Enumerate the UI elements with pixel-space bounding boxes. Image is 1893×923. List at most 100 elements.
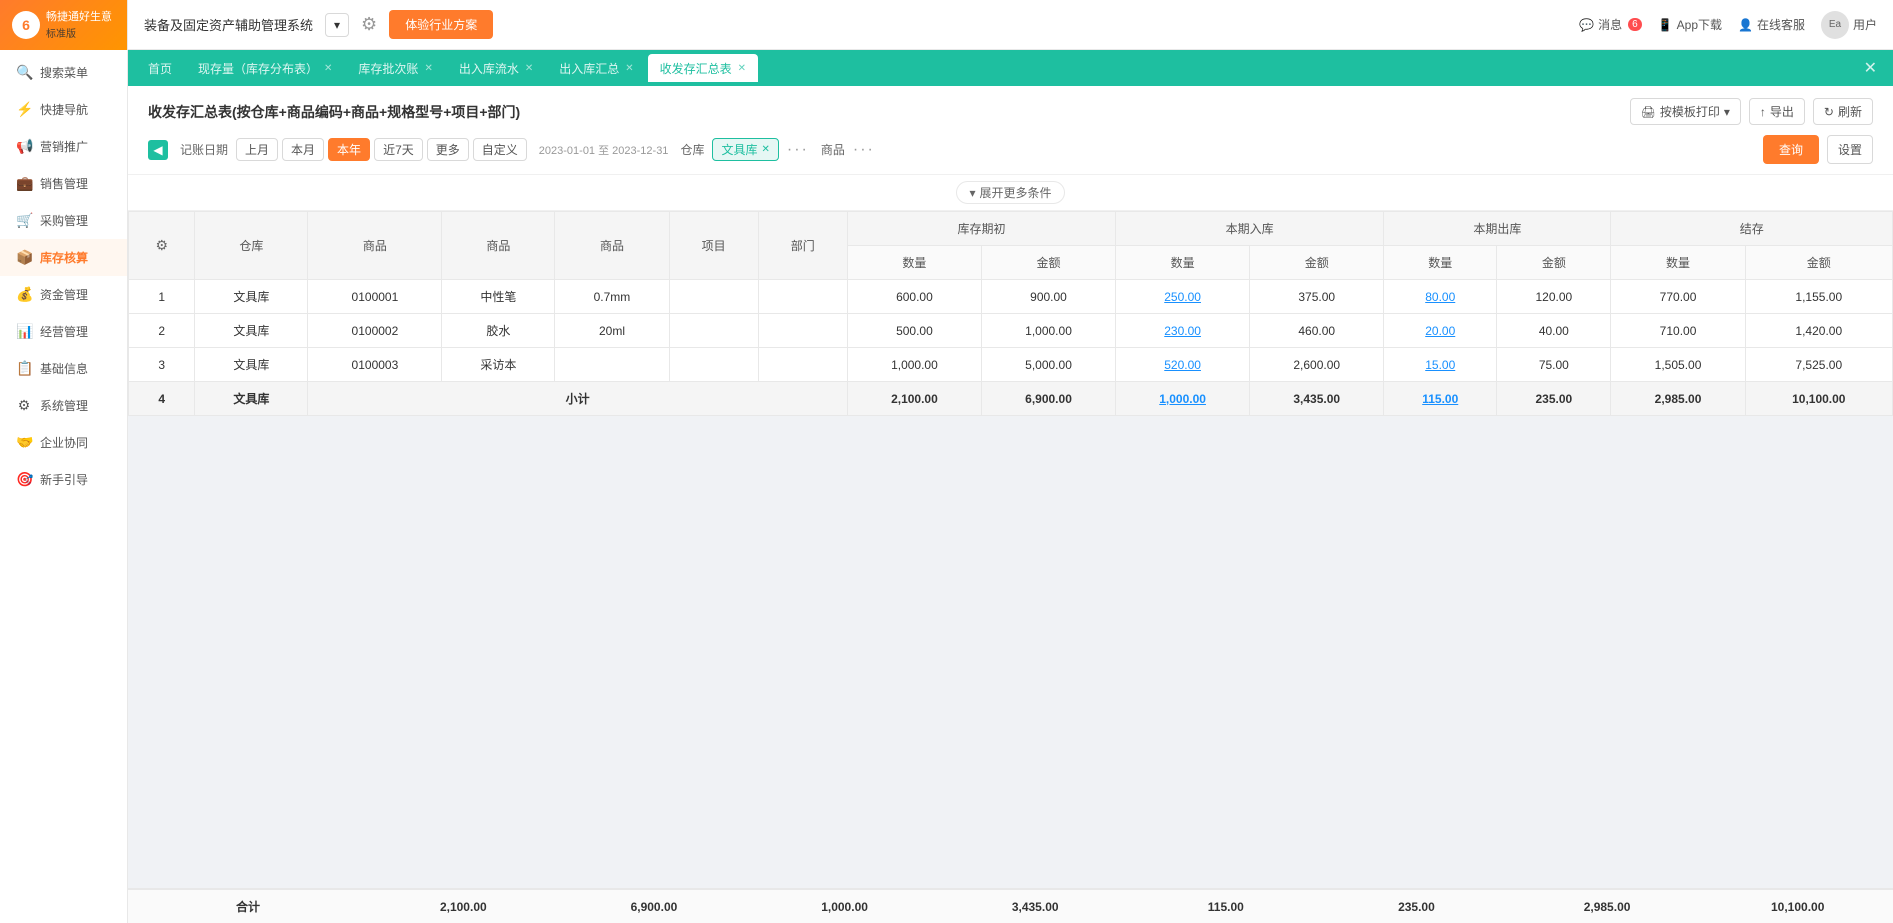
date-btn-last-month[interactable]: 上月: [236, 138, 278, 161]
filter-bar: ◀ 记账日期 上月 本月 本年 近7天 更多 自定义 2023-01-01 至 …: [128, 125, 1893, 175]
row2-in-qty[interactable]: 230.00: [1116, 314, 1250, 348]
total-in-qty: 1,000.00: [749, 900, 940, 914]
export-btn[interactable]: ↑ 导出: [1749, 98, 1805, 125]
row1-out-qty[interactable]: 80.00: [1384, 280, 1497, 314]
total-open-qty: 2,100.00: [368, 900, 559, 914]
finance-icon: 💰: [16, 286, 32, 303]
subtotal-out-qty[interactable]: 115.00: [1384, 382, 1497, 416]
sidebar-item-system[interactable]: ⚙ 系统管理: [0, 387, 127, 424]
col-out-amt-header: 金额: [1497, 246, 1611, 280]
subtotal-in-qty[interactable]: 1,000.00: [1116, 382, 1250, 416]
row1-in-amt: 375.00: [1250, 280, 1384, 314]
tab-summary-label: 出入库汇总: [559, 60, 619, 77]
tab-home[interactable]: 首页: [136, 54, 184, 82]
sidebar-item-operations[interactable]: 📊 经营管理: [0, 313, 127, 350]
warehouse-tag-close[interactable]: ✕: [761, 144, 769, 155]
enterprise-icon: 🤝: [16, 434, 32, 451]
sidebar-item-search[interactable]: 🔍 搜索菜单: [0, 54, 127, 91]
system-dropdown[interactable]: ▾: [325, 13, 349, 37]
warehouse-tag[interactable]: 文具库 ✕: [712, 138, 778, 161]
table-row: 2 文具库 0100002 胶水 20ml 500.00 1,000.00 23…: [129, 314, 1893, 348]
tab-batch[interactable]: 库存批次账 ✕: [346, 54, 444, 82]
table-settings-icon[interactable]: ⚙: [155, 237, 168, 253]
sidebar-item-quick-nav[interactable]: ⚡ 快捷导航: [0, 91, 127, 128]
tab-close-all[interactable]: ✕: [1856, 58, 1885, 78]
sidebar-label-inventory: 库存核算: [40, 249, 88, 266]
message-label: 消息: [1598, 16, 1622, 33]
tab-summary-close[interactable]: ✕: [625, 63, 633, 74]
tab-flow[interactable]: 出入库流水 ✕: [447, 54, 545, 82]
sidebar-label-enterprise: 企业协同: [40, 434, 88, 451]
date-btn-this-year[interactable]: 本年: [328, 138, 370, 161]
tab-receive-summary-label: 收发存汇总表: [660, 60, 732, 77]
query-btn[interactable]: 查询: [1763, 135, 1819, 164]
sidebar-item-sales[interactable]: 💼 销售管理: [0, 165, 127, 202]
user-btn[interactable]: Ea 用户: [1821, 11, 1877, 39]
sidebar-label-newbie: 新手引导: [40, 471, 88, 488]
row3-in-qty[interactable]: 520.00: [1116, 348, 1250, 382]
filter-settings-btn[interactable]: 设置: [1827, 135, 1873, 164]
warehouse-tag-value: 文具库: [721, 141, 757, 158]
col-out-qty-header: 数量: [1384, 246, 1497, 280]
col-in-qty-header: 数量: [1116, 246, 1250, 280]
tab-receive-summary[interactable]: 收发存汇总表 ✕: [648, 54, 758, 82]
warehouse-label: 仓库: [680, 141, 704, 158]
row1-name: 中性笔: [442, 280, 555, 314]
sidebar-item-marketing[interactable]: 📢 营销推广: [0, 128, 127, 165]
row2-no: 2: [129, 314, 195, 348]
col-open-amt-header: 金额: [981, 246, 1115, 280]
row2-open-amt: 1,000.00: [981, 314, 1115, 348]
message-badge: 6: [1628, 18, 1642, 31]
settings-icon-topbar[interactable]: ⚙: [361, 14, 377, 35]
row1-project: [669, 280, 758, 314]
tab-inventory-dist[interactable]: 现存量（库存分布表） ✕: [186, 54, 344, 82]
row1-warehouse: 文具库: [195, 280, 308, 314]
app-download-btn[interactable]: 📱 App下载: [1658, 16, 1722, 33]
filter-expand-btn[interactable]: ◀: [148, 140, 168, 160]
tab-batch-close[interactable]: ✕: [424, 63, 432, 74]
newbie-icon: 🎯: [16, 471, 32, 488]
total-out-amt: 235.00: [1321, 900, 1512, 914]
tab-flow-close[interactable]: ✕: [525, 63, 533, 74]
date-btn-last-7[interactable]: 近7天: [374, 138, 423, 161]
tab-receive-summary-close[interactable]: ✕: [738, 63, 746, 74]
sidebar-item-newbie[interactable]: 🎯 新手引导: [0, 461, 127, 498]
total-footer: 合计 2,100.00 6,900.00 1,000.00 3,435.00 1…: [128, 888, 1893, 923]
system-title: 装备及固定资产辅助管理系统: [144, 15, 313, 34]
user-label: 用户: [1853, 16, 1877, 33]
row2-out-qty[interactable]: 20.00: [1384, 314, 1497, 348]
sidebar-label-finance: 资金管理: [40, 286, 88, 303]
experience-btn[interactable]: 体验行业方案: [389, 10, 493, 39]
col-settings-header[interactable]: ⚙: [129, 212, 195, 280]
download-icon: 📱: [1658, 18, 1673, 32]
row1-open-qty: 600.00: [847, 280, 981, 314]
row1-in-qty[interactable]: 250.00: [1116, 280, 1250, 314]
expand-more-btn[interactable]: ▾ 展开更多条件: [956, 181, 1064, 204]
subtotal-warehouse: 文具库: [195, 382, 308, 416]
date-btn-this-month[interactable]: 本月: [282, 138, 324, 161]
online-service-btn[interactable]: 👤 在线客服: [1738, 16, 1805, 33]
tab-summary[interactable]: 出入库汇总 ✕: [547, 54, 645, 82]
total-open-amt: 6,900.00: [559, 900, 750, 914]
col-in-header: 本期入库: [1116, 212, 1384, 246]
expand-icon: ◀: [153, 143, 162, 157]
sidebar-item-purchase[interactable]: 🛒 采购管理: [0, 202, 127, 239]
print-btn[interactable]: 🖨 按模板打印 ▾: [1630, 98, 1741, 125]
date-btn-custom[interactable]: 自定义: [473, 138, 527, 161]
online-service-label: 在线客服: [1757, 16, 1805, 33]
sidebar-item-basic-info[interactable]: 📋 基础信息: [0, 350, 127, 387]
sidebar-item-enterprise[interactable]: 🤝 企业协同: [0, 424, 127, 461]
data-table-container: ⚙ 仓库 商品 商品 商品 项目 部门 库存期初 本期入库 本期出库 结存: [128, 211, 1893, 416]
tab-inventory-dist-close[interactable]: ✕: [324, 63, 332, 74]
goods-more-btn[interactable]: ···: [853, 141, 875, 159]
refresh-btn[interactable]: ↻ 刷新: [1813, 98, 1873, 125]
sidebar-item-inventory[interactable]: 📦 库存核算: [0, 239, 127, 276]
sidebar-label-quick-nav: 快捷导航: [40, 101, 88, 118]
subtotal-open-qty: 2,100.00: [847, 382, 981, 416]
export-icon: ↑: [1760, 105, 1766, 119]
row3-out-qty[interactable]: 15.00: [1384, 348, 1497, 382]
date-btn-more[interactable]: 更多: [427, 138, 469, 161]
message-btn[interactable]: 💬 消息 6: [1579, 16, 1642, 33]
sidebar-item-finance[interactable]: 💰 资金管理: [0, 276, 127, 313]
warehouse-more-btn[interactable]: ···: [787, 141, 809, 159]
